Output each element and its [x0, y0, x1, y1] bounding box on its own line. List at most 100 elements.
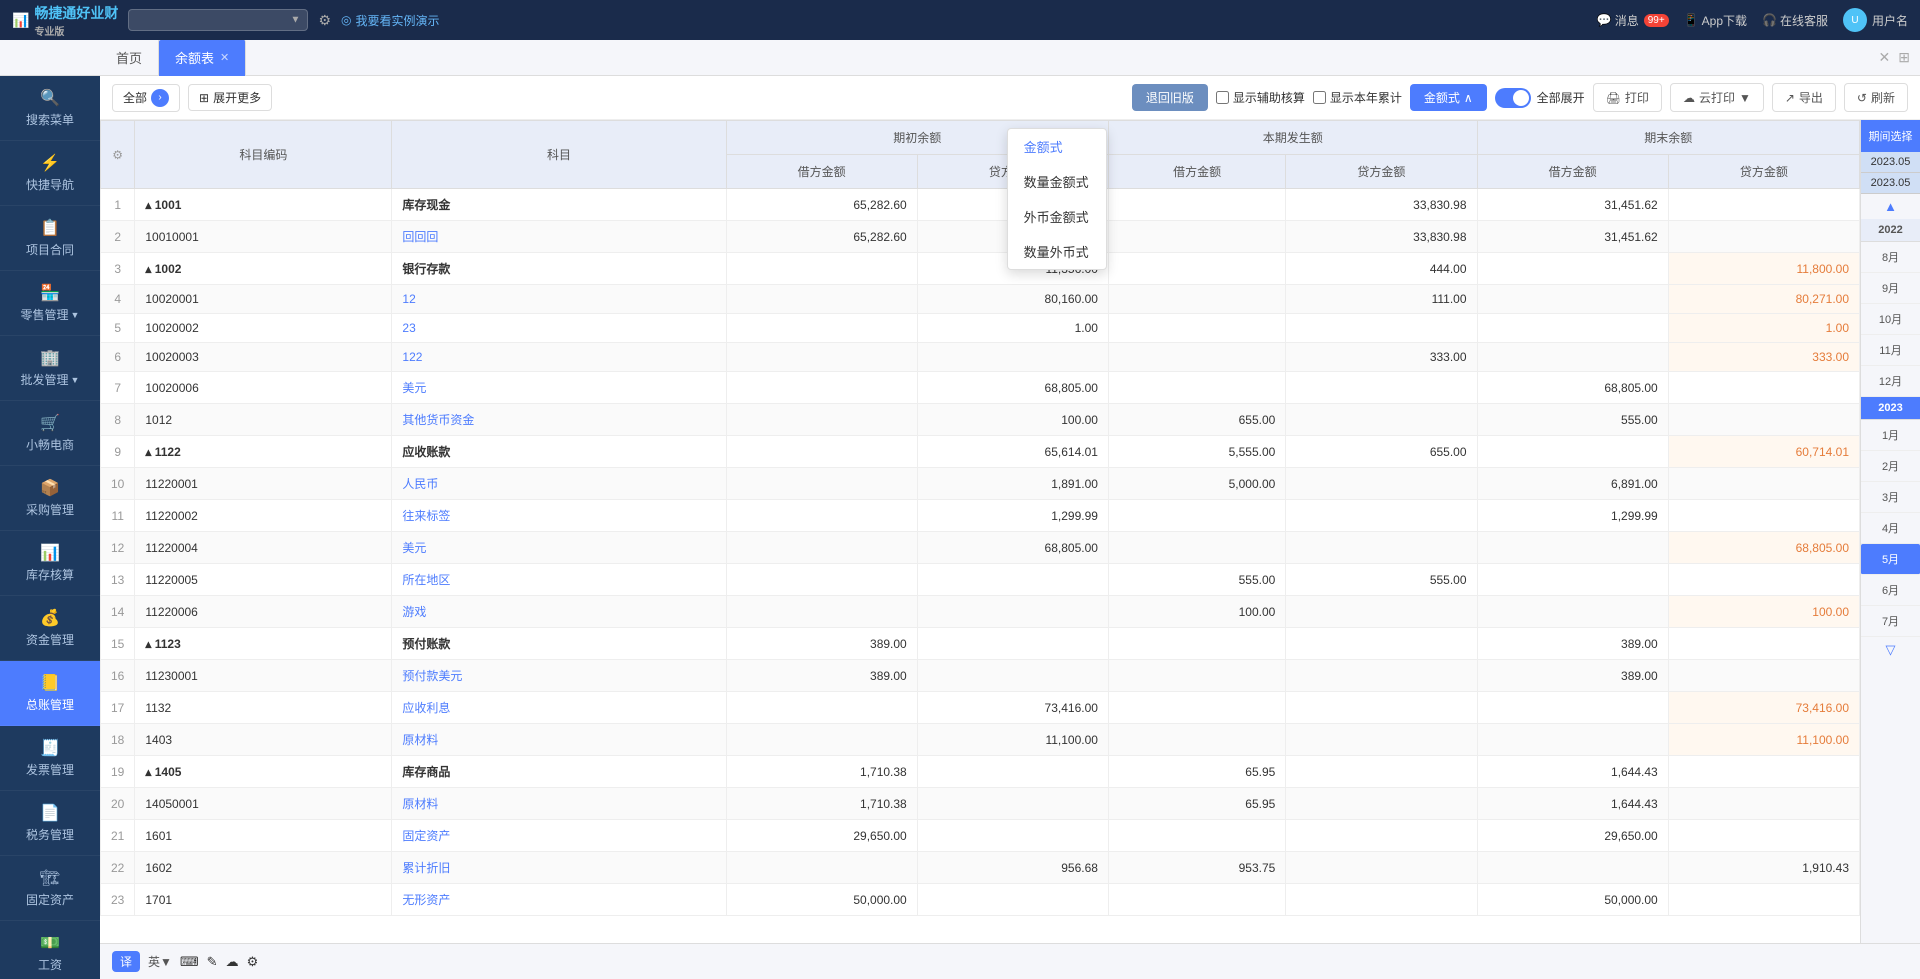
- row-code: 1601: [135, 820, 392, 852]
- win-close-btn[interactable]: ✕: [1879, 49, 1891, 66]
- period-month-9[interactable]: 9月: [1861, 273, 1920, 304]
- period-down-nav[interactable]: ▽: [1861, 637, 1920, 663]
- row-current-debit: 100.00: [1108, 596, 1285, 628]
- row-code: ▴ 1002: [135, 253, 392, 285]
- period-month-4[interactable]: 4月: [1861, 513, 1920, 544]
- row-name: 回回回: [392, 221, 726, 253]
- sidebar-item-inventory-check-label: 库存核算: [8, 566, 92, 583]
- ledger-icon: 📒: [8, 673, 92, 693]
- period-month-5[interactable]: 5月: [1861, 544, 1920, 575]
- print-btn[interactable]: 🖨 打印: [1593, 83, 1662, 112]
- sidebar-item-tax-mgmt-label: 税务管理: [8, 826, 92, 843]
- period-up-nav[interactable]: ▲: [1861, 194, 1920, 219]
- row-code: 10020003: [135, 343, 392, 372]
- settings-col-header[interactable]: ⚙: [101, 121, 135, 189]
- row-opening-debit: [726, 372, 917, 404]
- sidebar-item-tax-mgmt[interactable]: 📄 税务管理: [0, 791, 100, 856]
- period-end: 2023.05: [1861, 173, 1920, 194]
- row-name: 应收账款: [392, 436, 726, 468]
- user-area[interactable]: U 用户名: [1843, 8, 1908, 32]
- table-row: 10 11220001 人民币 1,891.00 5,000.00 6,891.…: [101, 468, 1860, 500]
- row-closing-debit: 1,299.99: [1477, 500, 1668, 532]
- demo-link[interactable]: ◎ 我要看实例演示: [341, 12, 440, 29]
- mode-btn[interactable]: 金额式 ∧: [1410, 84, 1487, 111]
- row-opening-debit: [726, 692, 917, 724]
- sidebar-item-salary[interactable]: 💵 工资: [0, 921, 100, 979]
- sidebar-item-fixed-assets[interactable]: 🏗 固定资产: [0, 856, 100, 921]
- bottom-settings-icon[interactable]: ⚙: [247, 954, 259, 970]
- sidebar-item-ecommerce[interactable]: 🛒 小畅电商: [0, 401, 100, 466]
- search-dropdown-arrow[interactable]: ▼: [291, 15, 301, 26]
- row-current-credit: [1286, 724, 1477, 756]
- export-btn[interactable]: ↗ 导出: [1772, 83, 1836, 112]
- show-year-accum-checkbox[interactable]: [1313, 91, 1326, 104]
- goback-btn[interactable]: 退回旧版: [1132, 84, 1208, 111]
- sidebar-item-quick-nav[interactable]: ⚡ 快捷导航: [0, 141, 100, 206]
- balance-tab[interactable]: 余额表 ✕: [159, 40, 246, 76]
- home-tab[interactable]: 首页: [100, 40, 159, 76]
- period-month-6[interactable]: 6月: [1861, 575, 1920, 606]
- cloud-print-btn[interactable]: ☁ 云打印 ▼: [1670, 83, 1764, 112]
- sidebar-item-inventory-check[interactable]: 📊 库存核算: [0, 531, 100, 596]
- period-header[interactable]: 期间选择: [1861, 120, 1920, 152]
- sidebar-item-wholesale-mgmt[interactable]: 🏢 批发管理 ▼: [0, 336, 100, 401]
- sidebar-item-search-menu[interactable]: 🔍 搜索菜单: [0, 76, 100, 141]
- row-code: 1403: [135, 724, 392, 756]
- sidebar-item-capital-mgmt[interactable]: 💰 资金管理: [0, 596, 100, 661]
- row-opening-credit: 65,614.01: [917, 436, 1108, 468]
- top-search-input[interactable]: [128, 9, 308, 31]
- show-year-accum-label: 显示本年累计: [1313, 89, 1402, 106]
- message-btn[interactable]: 💬 消息 99+: [1597, 12, 1669, 29]
- cloud-sync-icon[interactable]: ☁: [226, 954, 239, 970]
- row-opening-credit: [917, 756, 1108, 788]
- period-month-12[interactable]: 12月: [1861, 366, 1920, 397]
- row-num: 5: [101, 314, 135, 343]
- table-row: 3 ▴ 1002 银行存款 11,356.00 444.00 11,800.00: [101, 253, 1860, 285]
- balance-tab-close[interactable]: ✕: [220, 51, 229, 64]
- filter-all-btn[interactable]: 全部 ›: [112, 84, 180, 112]
- dropdown-item-shuliang-waib[interactable]: 数量外币式: [1008, 234, 1106, 269]
- service-icon: 🎧: [1762, 13, 1777, 27]
- show-assist-checkbox[interactable]: [1216, 91, 1229, 104]
- sidebar-item-invoice-mgmt[interactable]: 🧾 发票管理: [0, 726, 100, 791]
- period-month-8[interactable]: 8月: [1861, 242, 1920, 273]
- settings-icon[interactable]: ⚙: [318, 12, 331, 29]
- row-name: 其他货币资金: [392, 404, 726, 436]
- app-download-btn[interactable]: 📱 App下载: [1684, 12, 1747, 29]
- row-num: 16: [101, 660, 135, 692]
- row-code: 11230001: [135, 660, 392, 692]
- row-closing-credit: 11,800.00: [1668, 253, 1859, 285]
- win-pin-btn[interactable]: ⊞: [1898, 49, 1910, 66]
- sidebar-item-ledger-mgmt[interactable]: 📒 总账管理: [0, 661, 100, 726]
- row-current-credit: [1286, 500, 1477, 532]
- expand-all-toggle[interactable]: [1495, 88, 1531, 108]
- period-start: 2023.05: [1861, 152, 1920, 173]
- table-settings-icon[interactable]: ⚙: [112, 148, 123, 162]
- wholesale-icon: 🏢: [8, 348, 92, 368]
- row-name: 122: [392, 343, 726, 372]
- sidebar-item-project-contract[interactable]: 📋 项目合同: [0, 206, 100, 271]
- expand-more-btn[interactable]: ⊞ 展开更多: [188, 84, 272, 111]
- period-month-1[interactable]: 1月: [1861, 420, 1920, 451]
- sidebar-item-retail-mgmt-label: 零售管理 ▼: [8, 306, 92, 323]
- sidebar-item-salary-label: 工资: [8, 956, 92, 973]
- online-service-btn[interactable]: 🎧 在线客服: [1762, 12, 1828, 29]
- keyboard-icon[interactable]: ⌨: [180, 954, 199, 970]
- row-name: 原材料: [392, 724, 726, 756]
- dropdown-item-shuliang-jine[interactable]: 数量金额式: [1008, 164, 1106, 199]
- period-month-3[interactable]: 3月: [1861, 482, 1920, 513]
- sidebar-item-retail-mgmt[interactable]: 🏪 零售管理 ▼: [0, 271, 100, 336]
- dropdown-item-jine[interactable]: 金额式: [1008, 129, 1106, 164]
- period-month-7[interactable]: 7月: [1861, 606, 1920, 637]
- translate-btn[interactable]: 译: [112, 951, 140, 972]
- row-closing-debit: [1477, 532, 1668, 564]
- period-month-10[interactable]: 10月: [1861, 304, 1920, 335]
- period-month-2[interactable]: 2月: [1861, 451, 1920, 482]
- refresh-btn[interactable]: ↺ 刷新: [1844, 83, 1908, 112]
- edit-icon[interactable]: ✎: [207, 954, 218, 970]
- row-opening-credit: 68,805.00: [917, 372, 1108, 404]
- dropdown-item-waib-jine[interactable]: 外币金额式: [1008, 199, 1106, 234]
- period-month-11[interactable]: 11月: [1861, 335, 1920, 366]
- sidebar-item-purchase-mgmt[interactable]: 📦 采购管理: [0, 466, 100, 531]
- row-opening-debit: [726, 468, 917, 500]
